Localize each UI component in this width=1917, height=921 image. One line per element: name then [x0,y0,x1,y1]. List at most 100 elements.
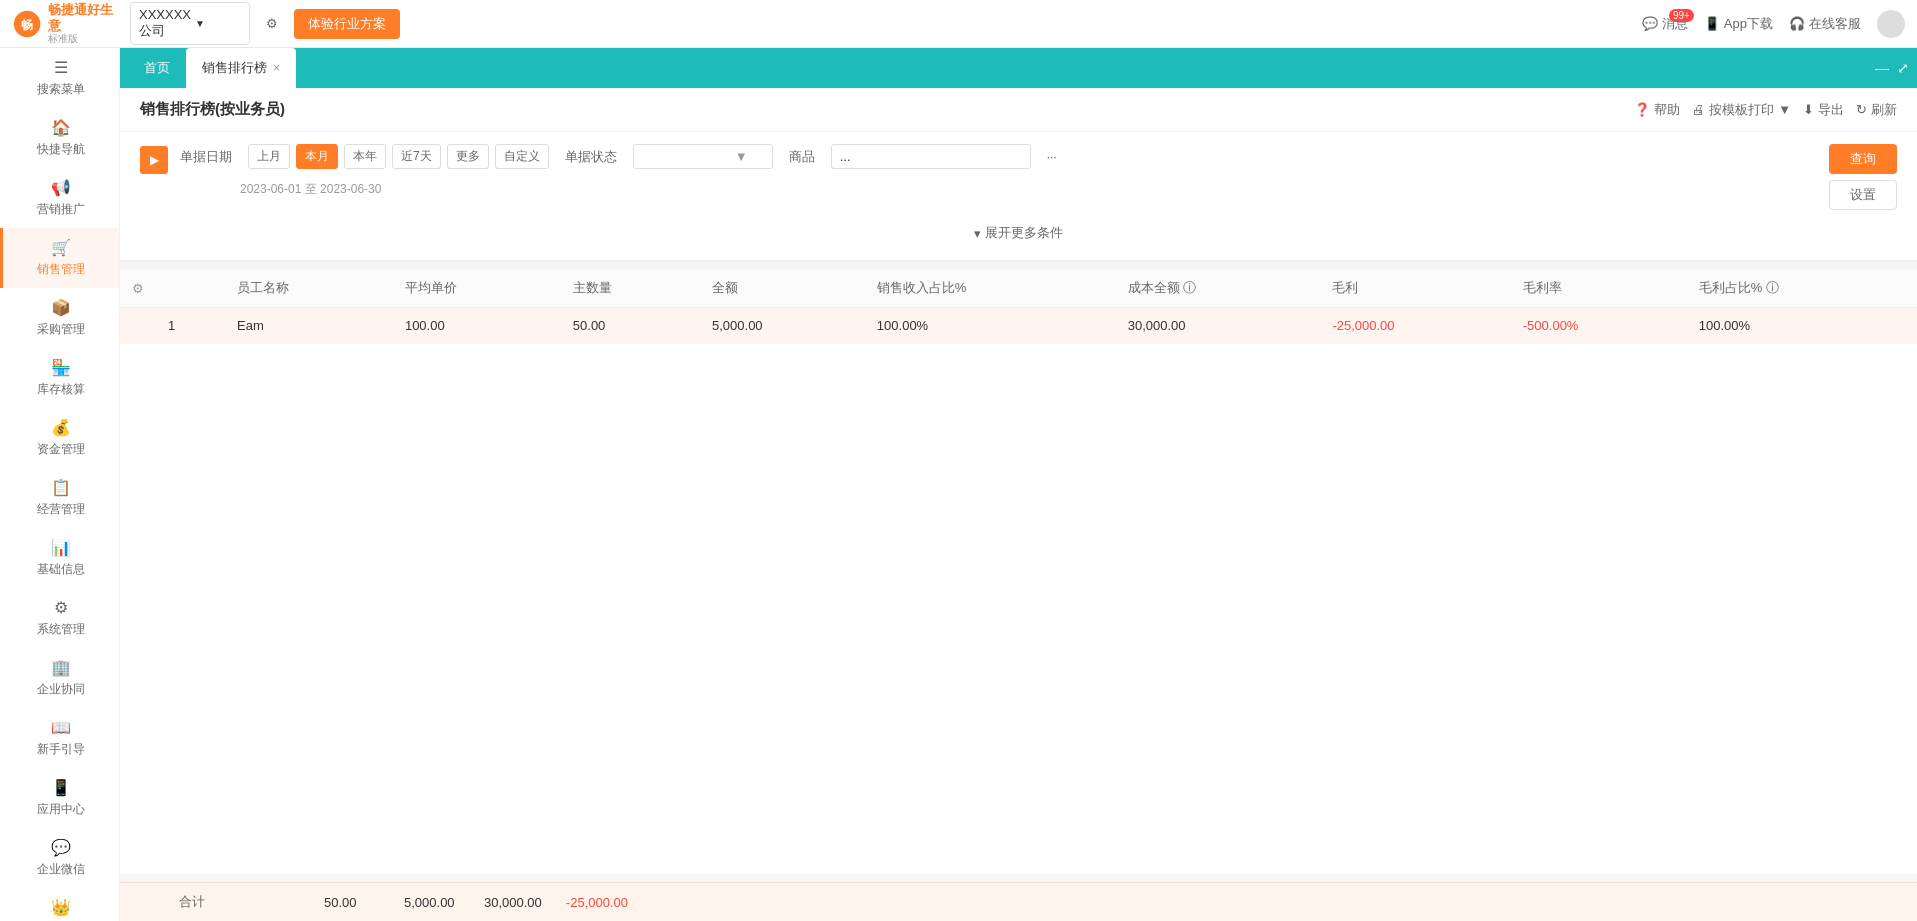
sidebar-item-basics[interactable]: 📊 基础信息 [0,528,119,588]
filter-toggle-button[interactable]: ▶ [140,146,168,174]
sidebar-label-operations: 经营管理 [37,501,85,518]
date-cur-month-btn[interactable]: 本月 [296,144,338,169]
date-prev-month-btn[interactable]: 上月 [248,144,290,169]
enterprise-icon: 🏢 [51,658,71,677]
tab-home[interactable]: 首页 [128,48,186,88]
member-icon: 👑 [51,898,71,917]
sidebar-item-search[interactable]: ☰ 搜索菜单 [0,48,119,108]
sidebar-item-finance[interactable]: 💰 资金管理 [0,408,119,468]
sidebar-item-enterprise[interactable]: 🏢 企业协同 [0,648,119,708]
sidebar-item-newbie[interactable]: 📖 新手引导 [0,708,119,768]
sidebar-item-sales[interactable]: 🛒 销售管理 [0,228,119,288]
goods-input[interactable] [831,144,1031,169]
search-icon: ☰ [54,58,68,77]
message-icon: 💬 [1642,16,1658,31]
date-more-btn[interactable]: 更多 [447,144,489,169]
template-print-label: 按模板打印 [1709,101,1774,119]
sidebar-item-system[interactable]: ⚙ 系统管理 [0,588,119,648]
footer-amount: 5,000.00 [392,895,472,910]
sidebar-label-marketing: 营销推广 [37,201,85,218]
col-amount: 全额 [700,269,865,308]
print-icon: 🖨 [1692,102,1705,117]
refresh-label: 刷新 [1871,101,1897,119]
help-icon: ❓ [1634,102,1650,117]
newbie-icon: 📖 [51,718,71,737]
filter-row-1: 单据日期 上月 本月 本年 近7天 更多 自定义 单据状态 [180,144,1817,169]
sidebar-item-wechat[interactable]: 💬 企业微信 [0,828,119,888]
goods-more-icon[interactable]: ··· [1047,150,1057,164]
date-range-display: 2023-06-01 至 2023-06-30 [180,181,1817,198]
message-button[interactable]: 💬 消息 99+ [1642,15,1688,33]
date-7days-btn[interactable]: 近7天 [392,144,441,169]
cell-avg-price: 100.00 [393,308,561,344]
tab-sales-rank[interactable]: 销售排行榜 × [186,48,296,88]
cell-gross-rate: -500.00% [1511,308,1687,344]
sidebar-label-newbie: 新手引导 [37,741,85,758]
brand-sub: 标准版 [48,33,122,45]
headset-icon: 🎧 [1789,16,1805,31]
filter-settings-button[interactable]: 设置 [1829,180,1897,210]
sidebar-item-appstore[interactable]: 📱 应用中心 [0,768,119,828]
page-content: 销售排行榜(按业务员) ❓ 帮助 🖨 按模板打印 ▼ ⬇ 导出 [120,88,1917,921]
online-service-button[interactable]: 🎧 在线客服 [1789,15,1861,33]
topbar-right: 💬 消息 99+ 📱 App下载 🎧 在线客服 [1642,10,1905,38]
cell-sales-ratio: 100.00% [865,308,1116,344]
sidebar-item-shortcut[interactable]: 🏠 快捷导航 [0,108,119,168]
system-icon: ⚙ [54,598,68,617]
export-icon: ⬇ [1803,102,1814,117]
col-gross-ratio: 毛利占比% ⓘ [1687,269,1917,308]
avatar[interactable] [1877,10,1905,38]
wechat-icon: 💬 [51,838,71,857]
sidebar-label-sales: 销售管理 [37,261,85,278]
table-container: ⚙ 员工名称 平均单价 主数量 全额 销售收入占比% 成本全额 ⓘ 毛利 毛利率… [120,269,1917,874]
tab-close-icon[interactable]: × [273,61,280,75]
cell-cost: 30,000.00 [1116,308,1321,344]
sidebar-item-purchase[interactable]: 📦 采购管理 [0,288,119,348]
app-download-button[interactable]: 📱 App下载 [1704,15,1773,33]
sidebar-item-marketing[interactable]: 📢 营销推广 [0,168,119,228]
sidebar-item-inventory[interactable]: 🏪 库存核算 [0,348,119,408]
online-svc-label: 在线客服 [1809,15,1861,33]
help-button[interactable]: ❓ 帮助 [1634,101,1680,119]
finance-icon: 💰 [51,418,71,437]
query-button[interactable]: 查询 [1829,144,1897,174]
page-actions: ❓ 帮助 🖨 按模板打印 ▼ ⬇ 导出 ↻ 刷新 [1634,101,1897,119]
sidebar-label-inventory: 库存核算 [37,381,85,398]
expand-down-icon: ▾ [974,226,981,241]
col-avg-price: 平均单价 [393,269,561,308]
export-button[interactable]: ⬇ 导出 [1803,101,1844,119]
company-name: XXXXXX公司 [139,7,191,40]
cell-gross-ratio: 100.00% [1687,308,1917,344]
date-year-btn[interactable]: 本年 [344,144,386,169]
refresh-button[interactable]: ↻ 刷新 [1856,101,1897,119]
expand-more-button[interactable]: ▾ 展开更多条件 [140,218,1897,248]
sales-icon: 🛒 [51,238,71,257]
sidebar-item-operations[interactable]: 📋 经营管理 [0,468,119,528]
cell-amount: 5,000.00 [700,308,865,344]
date-custom-btn[interactable]: 自定义 [495,144,549,169]
maximize-icon[interactable]: ⤢ [1897,60,1909,76]
col-name: 员工名称 [225,269,393,308]
query-btn-area: 查询 设置 [1829,144,1897,210]
template-print-button[interactable]: 🖨 按模板打印 ▼ [1692,101,1791,119]
col-settings[interactable]: ⚙ [120,269,156,308]
filter-toggle-icon: ▶ [150,153,159,167]
trial-button[interactable]: 体验行业方案 [294,9,400,39]
svg-text:畅: 畅 [21,17,33,31]
company-selector[interactable]: XXXXXX公司 ▼ [130,2,250,45]
status-select[interactable]: ▼ [633,144,773,169]
sidebar-label-enterprise: 企业协同 [37,681,85,698]
sidebar-label-basics: 基础信息 [37,561,85,578]
col-cost: 成本全额 ⓘ [1116,269,1321,308]
topbar-settings-button[interactable]: ⚙ [258,10,286,38]
appstore-icon: 📱 [51,778,71,797]
footer-cost: 30,000.00 [472,895,554,910]
content-area: 首页 销售排行榜 × — ⤢ 销售排行榜(按业务员) ❓ 帮助 [120,48,1917,921]
template-print-arrow: ▼ [1778,102,1791,117]
minimize-icon[interactable]: — [1875,60,1889,76]
sidebar-label-appstore: 应用中心 [37,801,85,818]
operations-icon: 📋 [51,478,71,497]
main-layout: ☰ 搜索菜单 🏠 快捷导航 📢 营销推广 🛒 销售管理 📦 采购管理 🏪 库存核… [0,48,1917,921]
sidebar-label-search: 搜索菜单 [37,81,85,98]
sidebar-item-member[interactable]: 👑 畅会员 [0,888,119,921]
